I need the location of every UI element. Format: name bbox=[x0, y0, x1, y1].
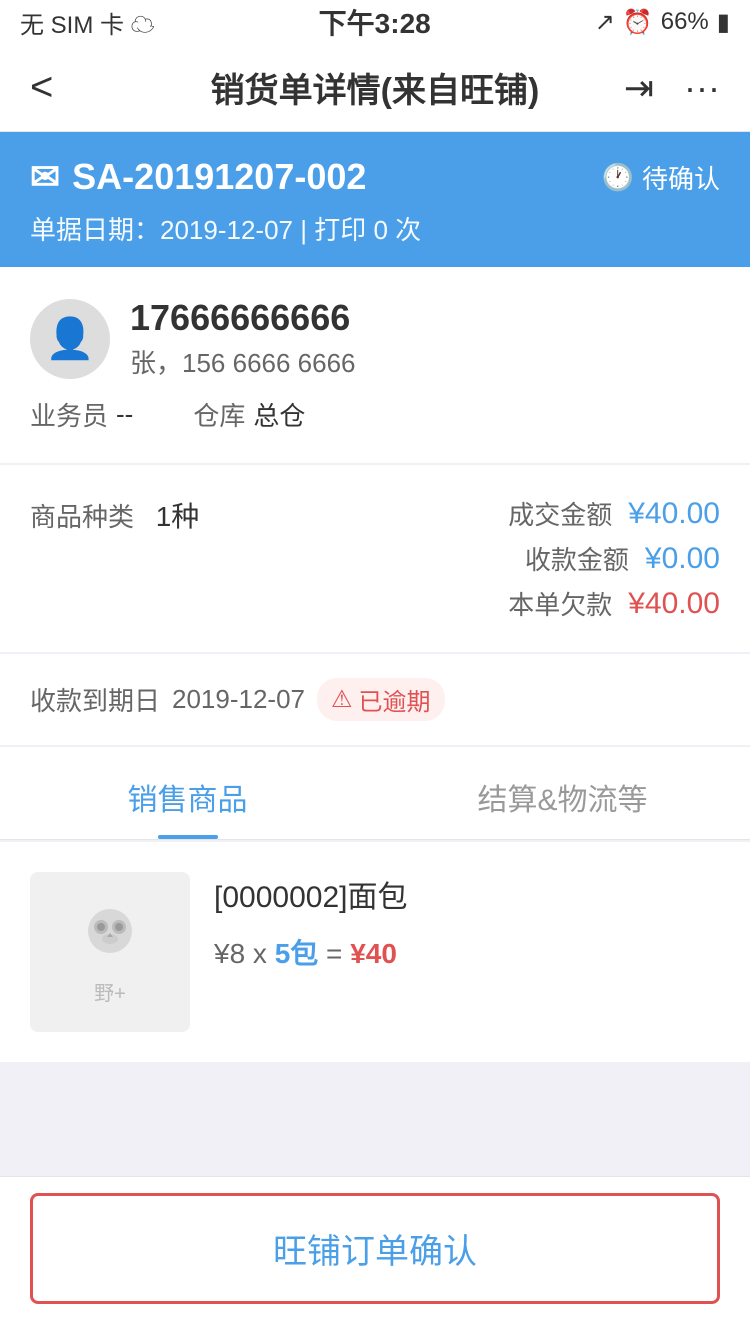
product-section: 野+ [0000002]面包 ¥8 x 5包 = ¥40 bbox=[0, 842, 750, 1062]
goods-type-value: 1种 bbox=[156, 501, 200, 532]
order-date: 单据日期：2019-12-07 | 打印 0 次 bbox=[30, 210, 720, 247]
due-label: 收款到期日 bbox=[30, 681, 160, 718]
product-price: ¥8 x 5包 = ¥40 bbox=[214, 932, 720, 972]
more-icon[interactable]: ··· bbox=[684, 67, 720, 109]
deal-amount-row: 成交金额 ¥40.00 bbox=[508, 495, 720, 532]
warehouse-item: 仓库 总仓 bbox=[193, 396, 305, 433]
location-icon: ↗ bbox=[595, 8, 615, 37]
salesperson-label: 业务员 bbox=[30, 396, 108, 433]
order-icon: ✉ bbox=[30, 156, 60, 198]
clock-icon: 🕐 bbox=[602, 162, 634, 193]
price-part: ¥8 x bbox=[214, 938, 275, 969]
customer-section: 👤 17666666666 张，156 6666 6666 业务员 -- 仓库 … bbox=[0, 267, 750, 463]
battery-status: 66% bbox=[661, 8, 709, 36]
payment-value: ¥0.00 bbox=[645, 542, 720, 576]
deal-amount-label: 成交金额 bbox=[508, 495, 612, 532]
status-time: 下午3:28 bbox=[319, 2, 431, 42]
due-section: 收款到期日 2019-12-07 ⚠ 已逾期 bbox=[0, 654, 750, 745]
tab-sales-goods[interactable]: 销售商品 bbox=[0, 747, 375, 839]
goods-type-label: 商品种类 bbox=[30, 502, 134, 532]
owed-row: 本单欠款 ¥40.00 bbox=[508, 585, 720, 622]
status-left: 无 SIM 卡 ☁ bbox=[20, 5, 155, 40]
owl-icon bbox=[75, 899, 145, 973]
salesperson-item: 业务员 -- bbox=[30, 396, 133, 433]
status-right: ↗ ⏰ 66% ▮ bbox=[595, 8, 730, 37]
tab-settlement[interactable]: 结算&物流等 bbox=[375, 747, 750, 839]
order-header: ✉ SA-20191207-002 🕐 待确认 单据日期：2019-12-07 … bbox=[0, 132, 750, 267]
alarm-icon: ⏰ bbox=[623, 8, 653, 37]
bottom-bar: 旺铺订单确认 bbox=[0, 1176, 750, 1334]
battery-icon: ▮ bbox=[717, 8, 730, 37]
deal-amount-value: ¥40.00 bbox=[628, 497, 720, 531]
qty-part: 5包 bbox=[275, 938, 319, 969]
order-id: ✉ SA-20191207-002 bbox=[30, 156, 366, 198]
owed-label: 本单欠款 bbox=[508, 585, 612, 622]
payment-row: 收款金额 ¥0.00 bbox=[525, 540, 720, 577]
warehouse-value: 总仓 bbox=[253, 396, 305, 433]
overdue-text: 已逾期 bbox=[359, 682, 431, 717]
back-button[interactable]: < bbox=[30, 65, 90, 110]
avatar-icon: 👤 bbox=[45, 315, 95, 362]
warning-icon: ⚠ bbox=[331, 685, 353, 714]
order-status: 🕐 待确认 bbox=[602, 159, 720, 196]
tabs-section: 销售商品 结算&物流等 bbox=[0, 747, 750, 840]
product-thumbnail: 野+ bbox=[30, 872, 190, 1032]
product-name: [0000002]面包 bbox=[214, 872, 720, 916]
overdue-badge: ⚠ 已逾期 bbox=[317, 678, 445, 721]
nav-actions: ⇥ ··· bbox=[624, 67, 720, 109]
brand-label: 野+ bbox=[94, 977, 126, 1006]
share-icon[interactable]: ⇥ bbox=[624, 67, 654, 109]
equals-part: = bbox=[318, 938, 350, 969]
customer-name: 张，156 6666 6666 bbox=[130, 343, 356, 380]
avatar: 👤 bbox=[30, 299, 110, 379]
salesperson-value: -- bbox=[116, 399, 133, 430]
confirm-order-button[interactable]: 旺铺订单确认 bbox=[30, 1193, 720, 1304]
warehouse-label: 仓库 bbox=[193, 396, 245, 433]
status-bar: 无 SIM 卡 ☁ 下午3:28 ↗ ⏰ 66% ▮ bbox=[0, 0, 750, 44]
payment-label: 收款金额 bbox=[525, 540, 629, 577]
sim-status: 无 SIM 卡 ☁ bbox=[20, 5, 155, 40]
summary-section: 商品种类 1种 成交金额 ¥40.00 收款金额 ¥0.00 本单欠款 ¥40.… bbox=[0, 465, 750, 652]
total-part: ¥40 bbox=[350, 938, 397, 969]
due-date: 2019-12-07 bbox=[172, 684, 305, 715]
nav-bar: < 销货单详情(来自旺铺) ⇥ ··· bbox=[0, 44, 750, 132]
owed-value: ¥40.00 bbox=[628, 587, 720, 621]
product-info: [0000002]面包 ¥8 x 5包 = ¥40 bbox=[214, 872, 720, 972]
page-title: 销货单详情(来自旺铺) bbox=[211, 63, 540, 112]
customer-phone: 17666666666 bbox=[130, 297, 356, 339]
